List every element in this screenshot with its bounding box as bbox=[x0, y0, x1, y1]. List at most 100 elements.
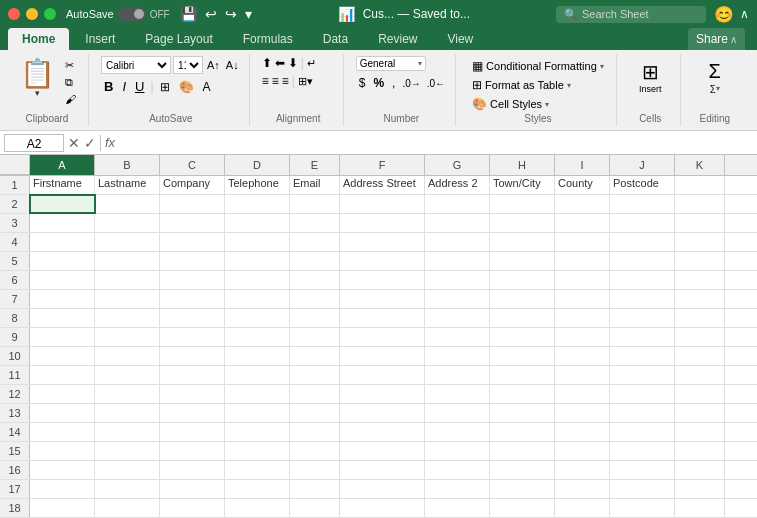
col-header-k[interactable]: K bbox=[675, 155, 725, 175]
collapse-ribbon-icon[interactable]: ∧ bbox=[740, 7, 749, 21]
cell-b1[interactable]: Lastname bbox=[95, 176, 160, 194]
font-family-select[interactable]: Calibri bbox=[101, 56, 171, 74]
cut-button[interactable]: ✂ bbox=[61, 58, 80, 73]
cell-d2[interactable] bbox=[225, 195, 290, 213]
minimize-button[interactable] bbox=[26, 8, 38, 20]
comma-button[interactable]: , bbox=[389, 75, 398, 91]
conditional-formatting-button[interactable]: ▦ Conditional Formatting ▾ bbox=[468, 58, 608, 74]
cell-a1[interactable]: Firstname bbox=[30, 176, 95, 194]
cell-i1[interactable]: County bbox=[555, 176, 610, 194]
confirm-formula-icon[interactable]: ✓ bbox=[84, 135, 96, 151]
cell-c1[interactable]: Company bbox=[160, 176, 225, 194]
cell-k2[interactable] bbox=[675, 195, 725, 213]
col-header-g[interactable]: G bbox=[425, 155, 490, 175]
row-header-8: 8 bbox=[0, 309, 30, 327]
undo-icon[interactable]: ↩ bbox=[205, 6, 217, 22]
cell-h2[interactable] bbox=[490, 195, 555, 213]
cell-c2[interactable] bbox=[160, 195, 225, 213]
cell-i2[interactable] bbox=[555, 195, 610, 213]
formula-input[interactable] bbox=[119, 136, 753, 150]
align-top-button[interactable]: ⬆ bbox=[262, 56, 272, 70]
redo-icon[interactable]: ↪ bbox=[225, 6, 237, 22]
col-header-d[interactable]: D bbox=[225, 155, 290, 175]
cell-a3[interactable] bbox=[30, 214, 95, 232]
currency-button[interactable]: $ bbox=[356, 75, 369, 91]
font-color-button[interactable]: A bbox=[200, 79, 214, 95]
maximize-button[interactable] bbox=[44, 8, 56, 20]
cell-g2[interactable] bbox=[425, 195, 490, 213]
row-header-7: 7 bbox=[0, 290, 30, 308]
fill-color-button[interactable]: 🎨 bbox=[176, 79, 197, 95]
user-icon[interactable]: 😊 bbox=[714, 5, 734, 24]
merge-button[interactable]: ⊞▾ bbox=[298, 75, 313, 88]
italic-button[interactable]: I bbox=[119, 78, 129, 95]
autosave-toggle[interactable] bbox=[118, 7, 146, 21]
search-bar[interactable]: 🔍 Search Sheet bbox=[556, 6, 706, 23]
close-button[interactable] bbox=[8, 8, 20, 20]
align-center-button[interactable]: ≡ bbox=[272, 74, 279, 88]
cell-d1[interactable]: Telephone bbox=[225, 176, 290, 194]
format-painter-button[interactable]: 🖌 bbox=[61, 92, 80, 106]
col-header-i[interactable]: I bbox=[555, 155, 610, 175]
cell-j2[interactable] bbox=[610, 195, 675, 213]
cell-f1[interactable]: Address Street bbox=[340, 176, 425, 194]
tab-home[interactable]: Home bbox=[8, 28, 69, 50]
col-header-a[interactable]: A bbox=[30, 155, 95, 175]
cell-j1[interactable]: Postcode bbox=[610, 176, 675, 194]
underline-button[interactable]: U bbox=[132, 78, 147, 95]
table-row: 15 bbox=[0, 442, 757, 461]
align-right-button[interactable]: ≡ bbox=[282, 74, 289, 88]
cell-styles-button[interactable]: 🎨 Cell Styles ▾ bbox=[468, 96, 608, 112]
tab-formulas[interactable]: Formulas bbox=[229, 28, 307, 50]
bold-button[interactable]: B bbox=[101, 78, 116, 95]
tab-insert[interactable]: Insert bbox=[71, 28, 129, 50]
cell-k1[interactable] bbox=[675, 176, 725, 194]
col-header-f[interactable]: F bbox=[340, 155, 425, 175]
table-row: 10 bbox=[0, 347, 757, 366]
cancel-formula-icon[interactable]: ✕ bbox=[68, 135, 80, 151]
col-header-b[interactable]: B bbox=[95, 155, 160, 175]
tab-view[interactable]: View bbox=[433, 28, 487, 50]
copy-button[interactable]: ⧉ bbox=[61, 75, 80, 90]
save-icon[interactable]: 💾 bbox=[180, 6, 197, 22]
tab-page-layout[interactable]: Page Layout bbox=[131, 28, 226, 50]
inc-decimal-button[interactable]: .0→ bbox=[400, 77, 422, 90]
align-middle-button[interactable]: ⬅ bbox=[275, 56, 285, 70]
col-header-h[interactable]: H bbox=[490, 155, 555, 175]
more-icon[interactable]: ▾ bbox=[245, 6, 252, 22]
autosum-button[interactable]: Σ ∑ ▾ bbox=[709, 60, 721, 93]
cell-e2[interactable] bbox=[290, 195, 340, 213]
align-left-button[interactable]: ≡ bbox=[262, 74, 269, 88]
tab-review[interactable]: Review bbox=[364, 28, 431, 50]
row-header-2: 2 bbox=[0, 195, 30, 213]
cell-a2[interactable] bbox=[30, 195, 95, 213]
name-box[interactable]: A2 bbox=[4, 134, 64, 152]
number-format-select[interactable]: General bbox=[360, 58, 418, 69]
title-area: 📊 Cus... — Saved to... bbox=[252, 6, 556, 22]
share-button[interactable]: Share ∧ bbox=[688, 28, 745, 50]
ribbon: 📋 ▾ ✂ ⧉ 🖌 Clipboard Calibri 11 bbox=[0, 50, 757, 131]
cell-b2[interactable] bbox=[95, 195, 160, 213]
col-header-c[interactable]: C bbox=[160, 155, 225, 175]
align-bottom-button[interactable]: ⬇ bbox=[288, 56, 298, 70]
font-size-select[interactable]: 11 bbox=[173, 56, 203, 74]
cell-f2[interactable] bbox=[340, 195, 425, 213]
percent-button[interactable]: % bbox=[370, 75, 387, 91]
format-as-table-button[interactable]: ⊞ Format as Table ▾ bbox=[468, 77, 608, 93]
search-placeholder: Search Sheet bbox=[582, 8, 649, 20]
inc-font-button[interactable]: A↑ bbox=[205, 58, 222, 72]
cell-e1[interactable]: Email bbox=[290, 176, 340, 194]
insert-cells-button[interactable]: ⊞ Insert bbox=[639, 60, 662, 94]
paste-button[interactable]: 📋 ▾ bbox=[14, 56, 61, 102]
dec-decimal-button[interactable]: .0← bbox=[425, 77, 447, 90]
cell-h1[interactable]: Town/City bbox=[490, 176, 555, 194]
cell-g1[interactable]: Address 2 bbox=[425, 176, 490, 194]
border-button[interactable]: ⊞ bbox=[157, 79, 173, 95]
tab-data[interactable]: Data bbox=[309, 28, 362, 50]
col-header-j[interactable]: J bbox=[610, 155, 675, 175]
column-headers: A B C D E F G H I J K bbox=[0, 155, 757, 176]
dec-font-button[interactable]: A↓ bbox=[224, 58, 241, 72]
col-header-e[interactable]: E bbox=[290, 155, 340, 175]
wrap-text-button[interactable]: ↵ bbox=[307, 57, 316, 70]
paste-dropdown[interactable]: ▾ bbox=[35, 88, 40, 98]
